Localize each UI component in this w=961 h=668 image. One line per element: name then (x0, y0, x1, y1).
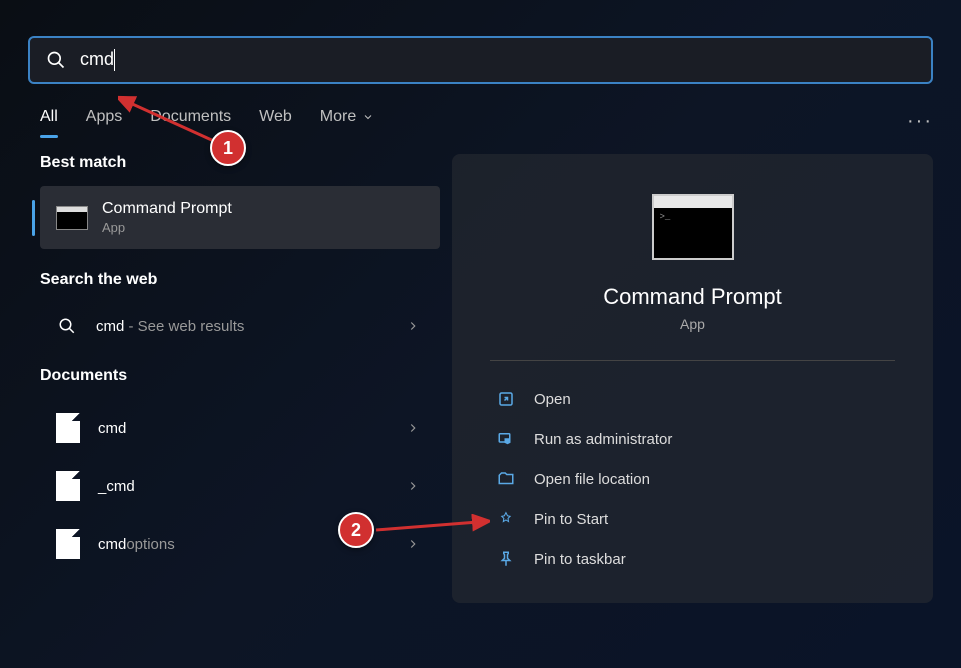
preview-app-icon (652, 194, 734, 260)
action-open[interactable]: Open (490, 379, 895, 419)
tab-documents[interactable]: Documents (150, 108, 231, 134)
result-subtitle: App (102, 220, 232, 235)
tabs-row: All Apps Documents Web More ··· (40, 108, 933, 134)
preview-title: Command Prompt (476, 284, 909, 310)
document-result[interactable]: _cmd (40, 457, 440, 515)
chevron-right-icon (406, 537, 420, 551)
best-match-result[interactable]: Command Prompt App (40, 186, 440, 249)
document-icon (56, 529, 80, 559)
action-open-location[interactable]: Open file location (490, 459, 895, 499)
preview-subtitle: App (476, 316, 909, 332)
document-result[interactable]: cmdoptions (40, 515, 440, 573)
tab-all[interactable]: All (40, 108, 58, 134)
action-run-admin[interactable]: Run as administrator (490, 419, 895, 459)
search-box[interactable]: cmd (28, 36, 933, 84)
preview-panel: Command Prompt App Open Run as administr… (452, 154, 933, 603)
search-icon (46, 50, 66, 70)
chevron-down-icon (362, 111, 374, 123)
action-pin-taskbar[interactable]: Pin to taskbar (490, 539, 895, 579)
pin-icon (496, 549, 516, 569)
action-pin-start[interactable]: Pin to Start (490, 499, 895, 539)
annotation-badge-2: 2 (338, 512, 374, 548)
chevron-right-icon (406, 421, 420, 435)
tab-web[interactable]: Web (259, 108, 292, 134)
shield-icon (496, 429, 516, 449)
tab-apps[interactable]: Apps (86, 108, 122, 134)
open-icon (496, 389, 516, 409)
web-search-result[interactable]: cmd - See web results (40, 303, 440, 349)
tab-more[interactable]: More (320, 108, 374, 134)
cmd-app-icon (56, 202, 88, 234)
document-icon (56, 471, 80, 501)
document-result[interactable]: cmd (40, 399, 440, 457)
result-title: Command Prompt (102, 200, 232, 218)
folder-icon (496, 469, 516, 489)
search-icon (58, 317, 76, 335)
more-menu-icon[interactable]: ··· (907, 110, 933, 133)
chevron-right-icon (406, 479, 420, 493)
search-container: cmd (28, 36, 933, 84)
section-documents: Documents (40, 367, 440, 385)
pin-icon (496, 509, 516, 529)
search-input[interactable]: cmd (80, 49, 915, 71)
document-icon (56, 413, 80, 443)
annotation-badge-1: 1 (210, 130, 246, 166)
section-search-web: Search the web (40, 271, 440, 289)
chevron-right-icon (406, 319, 420, 333)
divider (490, 360, 895, 361)
